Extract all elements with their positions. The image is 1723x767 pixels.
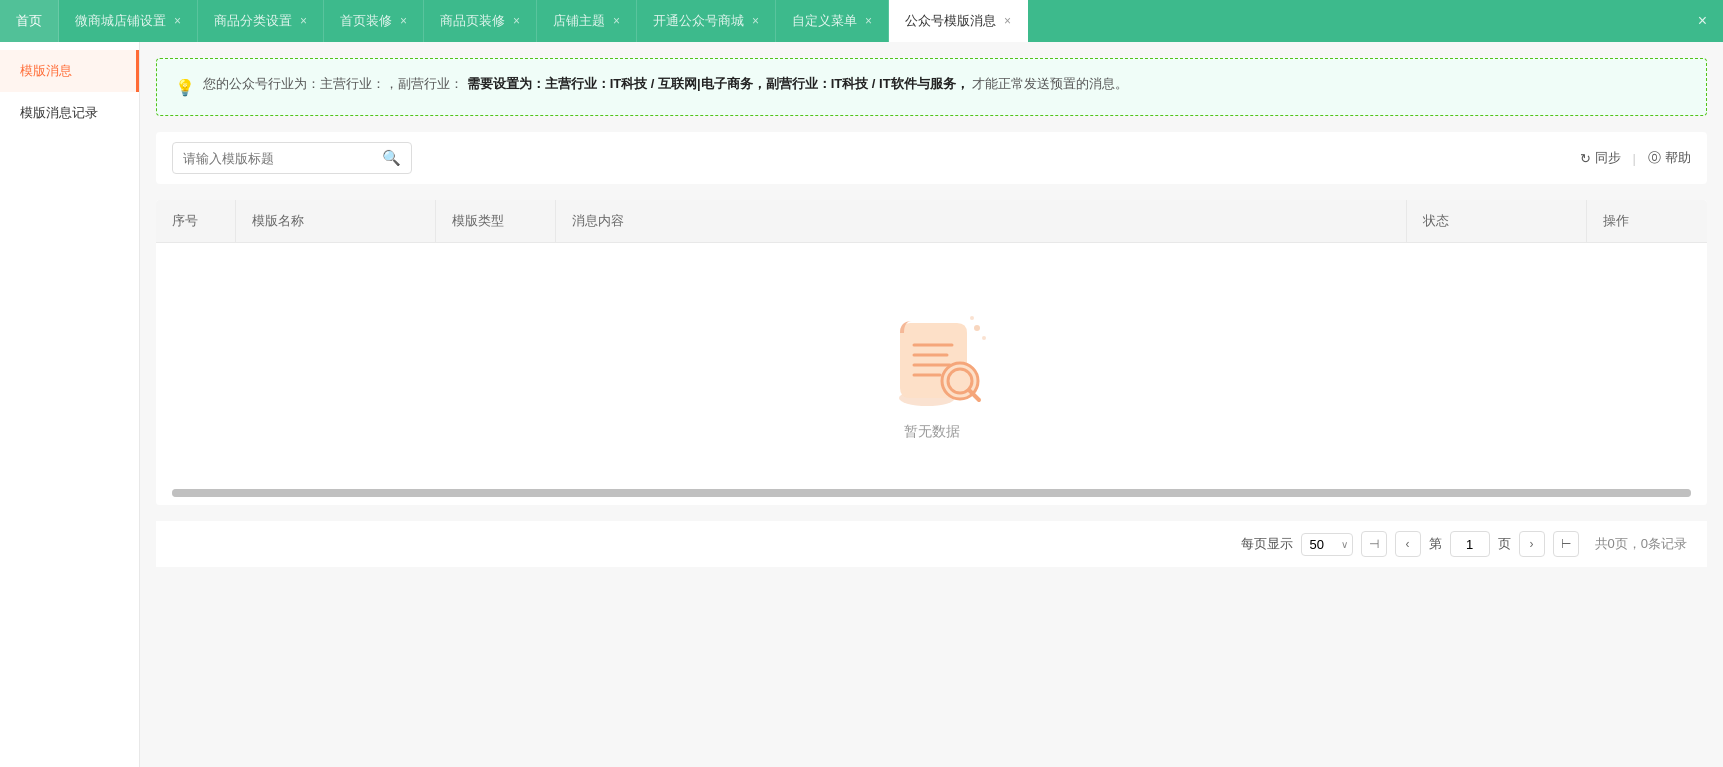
table-header: 序号模版名称模版类型消息内容状态操作 — [156, 200, 1707, 243]
search-box: 🔍 — [172, 142, 412, 174]
sidebar-item-template-msg[interactable]: 模版消息 — [0, 50, 139, 92]
total-info: 共0页，0条记录 — [1595, 535, 1687, 553]
tab-item-custom-menu[interactable]: 自定义菜单 × — [776, 0, 889, 42]
search-button[interactable]: 🔍 — [372, 143, 411, 173]
tab-item-category-setting[interactable]: 商品分类设置 × — [198, 0, 324, 42]
toolbar-right: ↻ 同步 | ⓪ 帮助 — [1580, 149, 1691, 167]
sync-icon: ↻ — [1580, 151, 1591, 166]
content-area: 💡 您的公众号行业为：主营行业：，副营行业： 需要设置为：主营行业：IT科技 /… — [140, 42, 1723, 767]
page-label-before: 第 — [1429, 535, 1442, 553]
tab-item-shop-setting[interactable]: 微商城店铺设置 × — [59, 0, 198, 42]
tab-close-home-decor[interactable]: × — [400, 15, 407, 27]
sidebar-item-template-msg-log[interactable]: 模版消息记录 — [0, 92, 139, 134]
tab-close-custom-menu[interactable]: × — [865, 15, 872, 27]
tab-label-open-mall: 开通公众号商城 — [653, 12, 744, 30]
help-button[interactable]: ⓪ 帮助 — [1648, 149, 1691, 167]
first-page-button[interactable]: ⊣ — [1361, 531, 1387, 557]
sync-label: 同步 — [1595, 149, 1621, 167]
tab-close-open-mall[interactable]: × — [752, 15, 759, 27]
table-col-name: 模版名称 — [236, 200, 436, 242]
tab-label-template-msg: 公众号模版消息 — [905, 12, 996, 30]
tab-item-product-decor[interactable]: 商品页装修 × — [424, 0, 537, 42]
table-col-index: 序号 — [156, 200, 236, 242]
notice-prefix: 您的公众号行业为：主营行业：，副营行业： — [203, 76, 463, 91]
svg-point-10 — [970, 316, 974, 320]
tab-item-open-mall[interactable]: 开通公众号商城 × — [637, 0, 776, 42]
svg-point-9 — [982, 336, 986, 340]
page-label-after: 页 — [1498, 535, 1511, 553]
empty-illustration — [872, 303, 992, 423]
table-col-content: 消息内容 — [556, 200, 1407, 242]
table-col-status: 状态 — [1407, 200, 1587, 242]
tab-close-shop-theme[interactable]: × — [613, 15, 620, 27]
tab-label-home-decor: 首页装修 — [340, 12, 392, 30]
tab-close-shop-setting[interactable]: × — [174, 15, 181, 27]
tab-bar: 首页微商城店铺设置 ×商品分类设置 ×首页装修 ×商品页装修 ×店铺主题 ×开通… — [0, 0, 1723, 42]
tab-label-product-decor: 商品页装修 — [440, 12, 505, 30]
scroll-bar-area — [156, 481, 1707, 505]
tab-label-custom-menu: 自定义菜单 — [792, 12, 857, 30]
sidebar: 模版消息模版消息记录 — [0, 42, 140, 767]
search-input[interactable] — [173, 145, 372, 172]
page-size-label: 每页显示 — [1241, 535, 1293, 553]
tab-label-category-setting: 商品分类设置 — [214, 12, 292, 30]
pagination: 每页显示 50 20 100 ∨ ⊣ ‹ 第 页 › ⊢ 共0页，0条记录 — [156, 521, 1707, 567]
notice-text: 您的公众号行业为：主营行业：，副营行业： 需要设置为：主营行业：IT科技 / 互… — [203, 73, 1128, 95]
page-size-select[interactable]: 50 20 100 — [1301, 533, 1353, 556]
main-layout: 模版消息模版消息记录 💡 您的公众号行业为：主营行业：，副营行业： 需要设置为：… — [0, 42, 1723, 767]
tab-item-shop-theme[interactable]: 店铺主题 × — [537, 0, 637, 42]
table-col-type: 模版类型 — [436, 200, 556, 242]
tab-item-home-decor[interactable]: 首页装修 × — [324, 0, 424, 42]
tab-item-template-msg[interactable]: 公众号模版消息 × — [889, 0, 1028, 42]
table-col-action: 操作 — [1587, 200, 1707, 242]
close-all-button[interactable]: × — [1682, 0, 1723, 42]
last-page-button[interactable]: ⊢ — [1553, 531, 1579, 557]
toolbar: 🔍 ↻ 同步 | ⓪ 帮助 — [156, 132, 1707, 184]
prev-page-button[interactable]: ‹ — [1395, 531, 1421, 557]
scrollbar-thumb — [172, 489, 1691, 497]
tab-label-shop-theme: 店铺主题 — [553, 12, 605, 30]
sync-button[interactable]: ↻ 同步 — [1580, 149, 1621, 167]
table-container: 序号模版名称模版类型消息内容状态操作 — [156, 200, 1707, 505]
next-page-button[interactable]: › — [1519, 531, 1545, 557]
tab-close-product-decor[interactable]: × — [513, 15, 520, 27]
notice-suffix: 才能正常发送预置的消息。 — [972, 76, 1128, 91]
svg-point-8 — [974, 325, 980, 331]
page-size-wrapper: 50 20 100 ∨ — [1301, 533, 1353, 556]
horizontal-scrollbar[interactable] — [172, 489, 1691, 497]
help-label: 帮助 — [1665, 149, 1691, 167]
help-icon: ⓪ — [1648, 149, 1661, 167]
toolbar-divider: | — [1633, 151, 1636, 166]
tab-close-template-msg[interactable]: × — [1004, 15, 1011, 27]
notice-box: 💡 您的公众号行业为：主营行业：，副营行业： 需要设置为：主营行业：IT科技 /… — [156, 58, 1707, 116]
empty-state: 暂无数据 — [156, 243, 1707, 481]
page-number-input[interactable] — [1450, 531, 1490, 557]
tab-label-shop-setting: 微商城店铺设置 — [75, 12, 166, 30]
notice-highlight: 需要设置为：主营行业：IT科技 / 互联网|电子商务，副营行业：IT科技 / I… — [467, 76, 969, 91]
tab-label-home: 首页 — [16, 12, 42, 30]
bulb-icon: 💡 — [175, 74, 195, 101]
tab-close-category-setting[interactable]: × — [300, 15, 307, 27]
tab-item-home[interactable]: 首页 — [0, 0, 59, 42]
empty-text: 暂无数据 — [904, 423, 960, 441]
